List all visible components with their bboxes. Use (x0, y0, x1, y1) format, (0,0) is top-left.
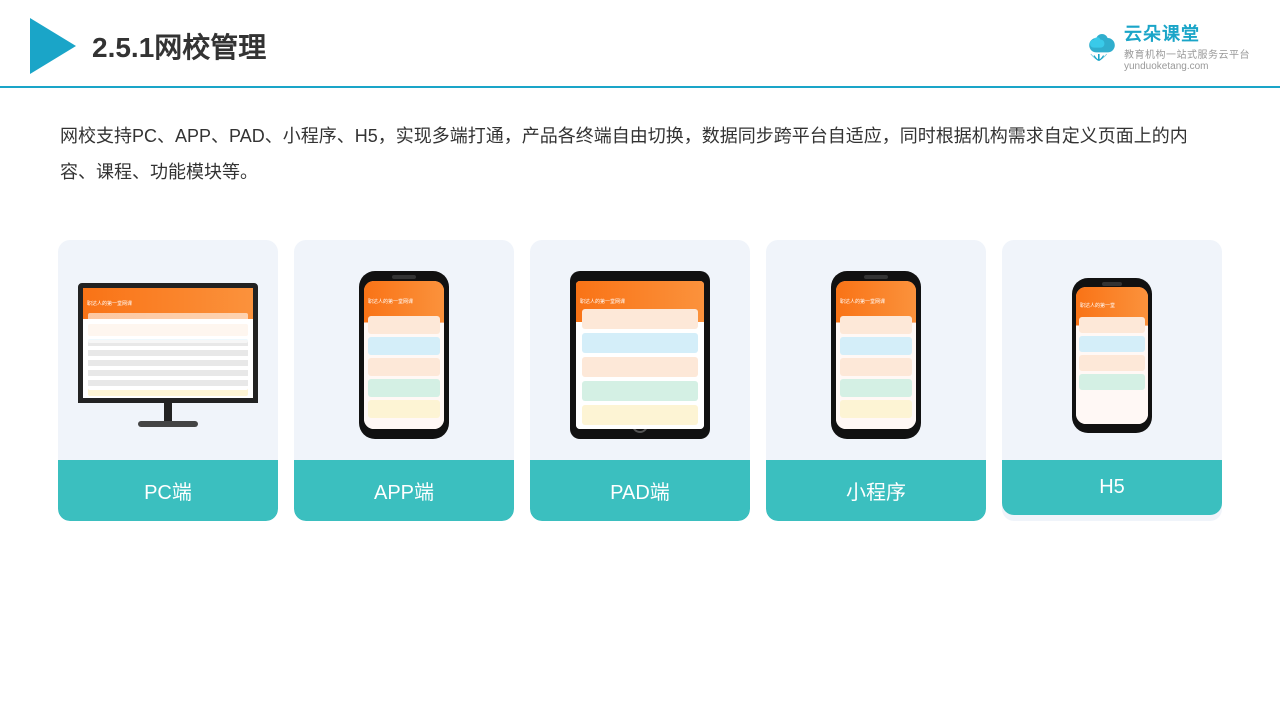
card-h5: 职达人的第一堂 H5 (1002, 240, 1222, 521)
card-pad-image: 职达人的第一堂网课 (530, 240, 750, 460)
card-app-image: 职达人的第一堂网课 (294, 240, 514, 460)
brand-text: 云朵课堂 教育机构一站式服务云平台 yunduoketang.com (1124, 20, 1250, 72)
phone-miniapp-icon: 职达人的第一堂网课 (831, 271, 921, 439)
card-pad-label: PAD端 (530, 460, 750, 521)
header-left: 2.5.1网校管理 (30, 18, 266, 74)
card-miniapp-image: 职达人的第一堂网课 (766, 240, 986, 460)
brand-name: 云朵课堂 (1124, 20, 1200, 46)
card-miniapp-label: 小程序 (766, 460, 986, 521)
card-pad: 职达人的第一堂网课 PAD端 (530, 240, 750, 521)
card-pc-label: PC端 (58, 460, 278, 521)
header-right: 云朵课堂 教育机构一站式服务云平台 yunduoketang.com (1070, 20, 1250, 72)
card-pc: 职达人的第一堂网课 PC端 (58, 240, 278, 521)
phone-h5-icon: 职达人的第一堂 (1072, 278, 1152, 433)
cloud-icon (1070, 30, 1118, 62)
card-miniapp: 职达人的第一堂网课 小程序 (766, 240, 986, 521)
card-app: 职达人的第一堂网课 APP端 (294, 240, 514, 521)
phone-app-icon: 职达人的第一堂网课 (359, 271, 449, 439)
page-header: 2.5.1网校管理 云朵课堂 教育机构一站式服务云平台 yunduoketang… (0, 0, 1280, 88)
cards-area: 职达人的第一堂网课 PC端 (0, 210, 1280, 521)
card-h5-image: 职达人的第一堂 (1002, 240, 1222, 460)
pc-monitor-icon: 职达人的第一堂网课 (74, 283, 262, 427)
card-app-label: APP端 (294, 460, 514, 521)
description-text: 网校支持PC、APP、PAD、小程序、H5，实现多端打通，产品各终端自由切换，数… (0, 88, 1280, 200)
tablet-pad-icon: 职达人的第一堂网课 (570, 271, 710, 439)
brand-sub: 教育机构一站式服务云平台 (1124, 46, 1250, 61)
card-pc-image: 职达人的第一堂网课 (58, 240, 278, 460)
cloud-logo: 云朵课堂 教育机构一站式服务云平台 yunduoketang.com (1070, 20, 1250, 72)
page-title: 2.5.1网校管理 (92, 26, 266, 66)
card-h5-label: H5 (1002, 460, 1222, 515)
brand-domain: yunduoketang.com (1124, 61, 1209, 72)
logo-triangle-icon (30, 18, 76, 74)
